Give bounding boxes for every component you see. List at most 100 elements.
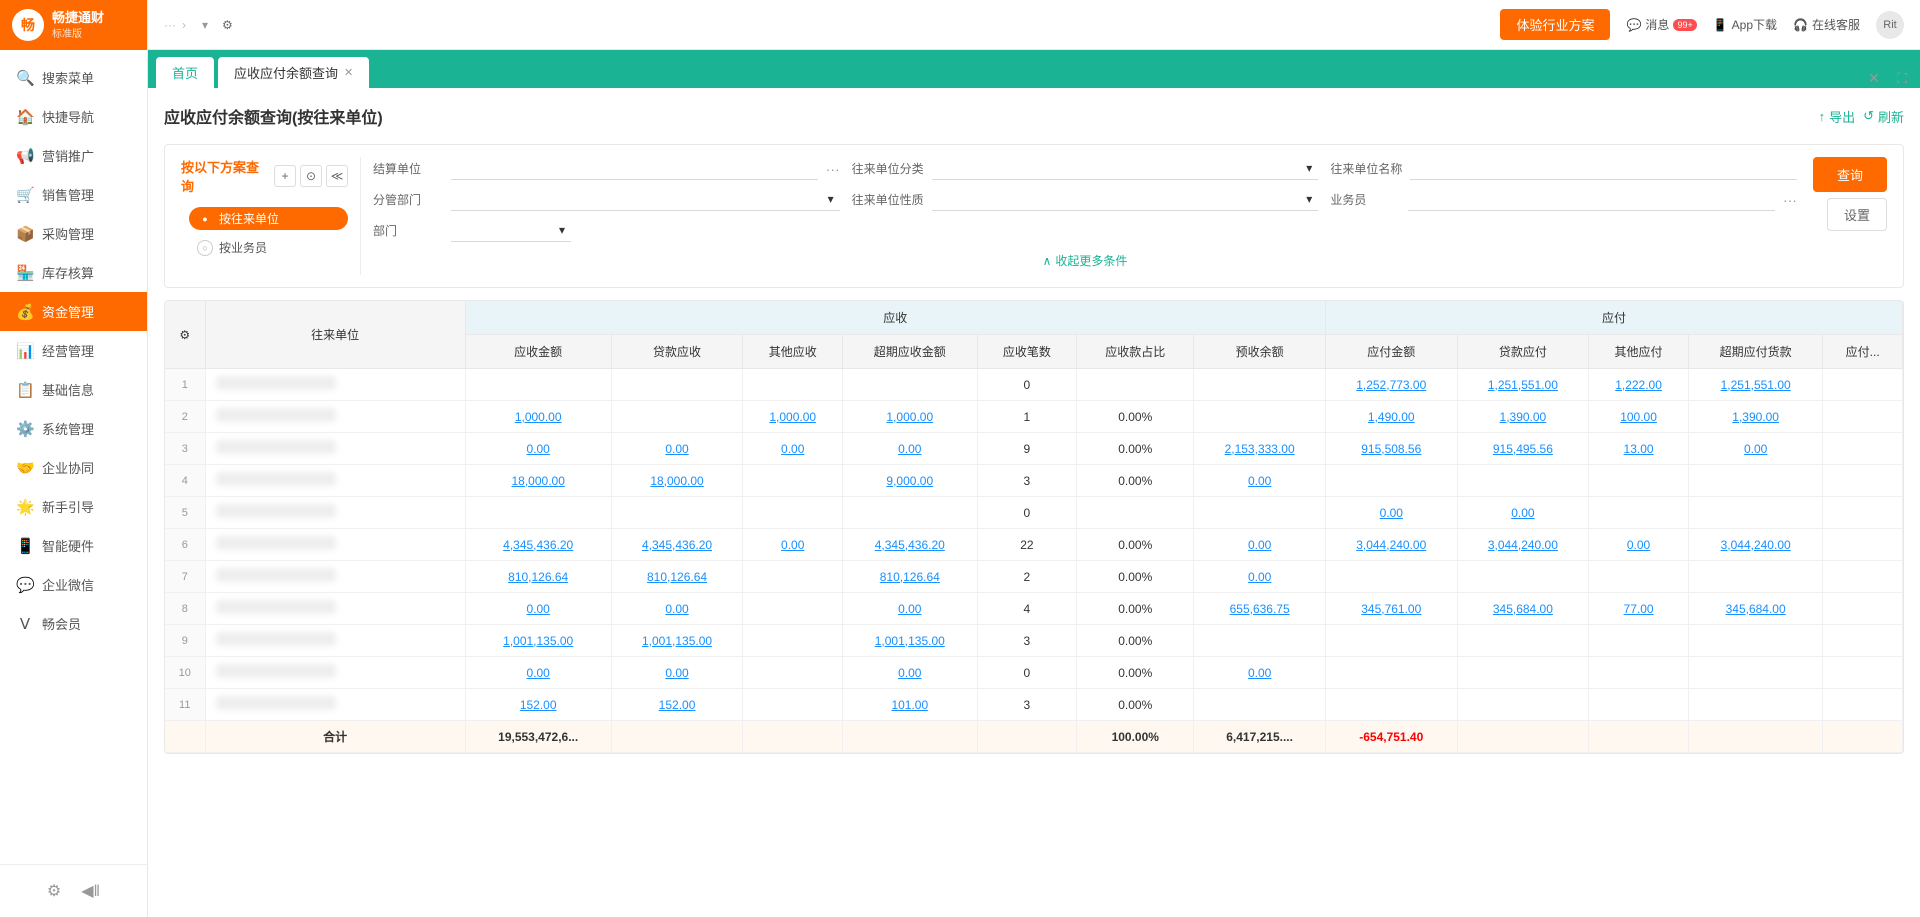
row-ar-overdue[interactable]: 0.00 [843,593,977,625]
sidebar-item-marketing[interactable]: 📢 营销推广 [0,136,147,175]
row-ap-other[interactable]: 0.00 [1589,529,1689,561]
row-ar-overdue[interactable]: 0.00 [843,657,977,689]
row-prepay[interactable]: 0.00 [1194,657,1326,689]
sidebar-item-wechat[interactable]: 💬 企业微信 [0,565,147,604]
row-ap-loan[interactable]: 345,684.00 [1457,593,1589,625]
salesperson-input[interactable] [1408,188,1775,211]
row-ar-loan[interactable]: 18,000.00 [611,465,743,497]
settings-icon[interactable]: ⚙ [47,881,61,901]
row-ap-overdue[interactable]: 1,251,551.00 [1688,369,1822,401]
row-ar-overdue[interactable]: 1,000.00 [843,401,977,433]
row-ar-loan[interactable]: 0.00 [611,657,743,689]
row-ar-amount[interactable]: 152.00 [465,689,611,721]
table-settings-icon[interactable]: ⚙ [179,328,190,342]
sidebar-item-finance[interactable]: 💰 资金管理 [0,292,147,331]
app-download-button[interactable]: 📱 App下载 [1713,16,1777,33]
row-ap-other[interactable]: 13.00 [1589,433,1689,465]
row-ar-amount[interactable]: 1,000.00 [465,401,611,433]
tab-ar-query[interactable]: 应收应付余额查询 ✕ [218,57,369,88]
row-ap-amount[interactable]: 345,761.00 [1325,593,1457,625]
solution-button[interactable]: 体验行业方案 [1500,9,1610,40]
maximize-window-button[interactable]: ⛶ [1892,68,1912,88]
sidebar-item-sales[interactable]: 🛒 销售管理 [0,175,147,214]
row-ap-loan[interactable]: 1,251,551.00 [1457,369,1589,401]
collapse-icon[interactable]: ◀‖ [81,881,100,901]
row-ap-overdue[interactable]: 345,684.00 [1688,593,1822,625]
row-ar-amount[interactable]: 810,126.64 [465,561,611,593]
row-prepay[interactable]: 0.00 [1194,529,1326,561]
sidebar-item-member[interactable]: Ⅴ 畅会员 [0,604,147,643]
gear-icon[interactable]: ⚙ [222,18,233,32]
breadcrumb-dropdown[interactable]: ▾ [202,18,208,32]
export-button[interactable]: ↑ 导出 [1819,107,1856,126]
sidebar-item-business[interactable]: 📊 经营管理 [0,331,147,370]
row-prepay[interactable]: 655,636.75 [1194,593,1326,625]
sidebar-item-purchase[interactable]: 📦 采购管理 [0,214,147,253]
company-name-input[interactable] [1410,157,1797,180]
row-ar-loan[interactable]: 152.00 [611,689,743,721]
close-window-button[interactable]: ✕ [1864,68,1884,88]
row-ar-other[interactable]: 0.00 [743,433,843,465]
row-ap-loan[interactable]: 3,044,240.00 [1457,529,1589,561]
settlement-dots[interactable]: ··· [826,161,840,177]
row-ar-loan[interactable]: 0.00 [611,433,743,465]
row-ar-loan[interactable]: 0.00 [611,593,743,625]
sidebar-item-enterprise[interactable]: 🤝 企业协同 [0,448,147,487]
sidebar-item-inventory[interactable]: 🏪 库存核算 [0,253,147,292]
setting-button[interactable]: 设置 [1827,198,1887,231]
row-ar-overdue[interactable]: 9,000.00 [843,465,977,497]
row-ar-amount[interactable]: 4,345,436.20 [465,529,611,561]
row-ap-overdue[interactable]: 0.00 [1688,433,1822,465]
row-ar-overdue[interactable]: 101.00 [843,689,977,721]
row-ap-amount[interactable]: 3,044,240.00 [1325,529,1457,561]
filter-option-salesperson[interactable]: ○ 按业务员 [189,236,348,259]
row-ar-other[interactable]: 1,000.00 [743,401,843,433]
row-ar-amount[interactable]: 0.00 [465,657,611,689]
row-ap-amount[interactable]: 1,490.00 [1325,401,1457,433]
sidebar-item-base[interactable]: 📋 基础信息 [0,370,147,409]
row-ar-overdue[interactable]: 4,345,436.20 [843,529,977,561]
row-prepay[interactable]: 0.00 [1194,465,1326,497]
row-ar-amount[interactable]: 18,000.00 [465,465,611,497]
row-ar-overdue[interactable]: 0.00 [843,433,977,465]
row-ap-amount[interactable]: 915,508.56 [1325,433,1457,465]
row-ar-amount[interactable]: 0.00 [465,593,611,625]
row-ap-amount[interactable]: 0.00 [1325,497,1457,529]
tab-home[interactable]: 首页 [156,57,214,88]
row-ap-amount[interactable]: 1,252,773.00 [1325,369,1457,401]
add-scheme-button[interactable]: + [274,165,296,187]
row-ap-loan[interactable]: 0.00 [1457,497,1589,529]
row-ar-loan[interactable]: 4,345,436.20 [611,529,743,561]
dept-select[interactable]: ▾ [451,188,840,211]
salesperson-dots[interactable]: ··· [1783,192,1797,208]
row-ar-amount[interactable]: 1,001,135.00 [465,625,611,657]
sidebar-item-guide[interactable]: 🌟 新手引导 [0,487,147,526]
refresh-button[interactable]: ↺ 刷新 [1863,107,1904,126]
filter-option-company[interactable]: ● 按往来单位 [189,207,348,230]
row-ar-overdue[interactable]: 810,126.64 [843,561,977,593]
sidebar-item-device[interactable]: 📱 智能硬件 [0,526,147,565]
collapse-scheme-button[interactable]: ≪ [326,165,348,187]
sidebar-item-quick[interactable]: 🏠 快捷导航 [0,97,147,136]
table-scroll-area[interactable]: ⚙ 往来单位 应收 应付 应收金额 贷款应收 其他应收 超期应收金额 应收笔数 [165,301,1903,753]
row-ar-loan[interactable]: 1,001,135.00 [611,625,743,657]
nature-select[interactable]: ▾ [932,188,1319,211]
row-ap-other[interactable]: 100.00 [1589,401,1689,433]
sidebar-item-system[interactable]: ⚙️ 系统管理 [0,409,147,448]
row-ap-other[interactable]: 77.00 [1589,593,1689,625]
row-ap-loan[interactable]: 915,495.56 [1457,433,1589,465]
row-ar-overdue[interactable]: 1,001,135.00 [843,625,977,657]
row-prepay[interactable]: 0.00 [1194,561,1326,593]
row-ap-overdue[interactable]: 3,044,240.00 [1688,529,1822,561]
row-ar-other[interactable]: 0.00 [743,529,843,561]
department-select[interactable]: ▾ [451,219,571,242]
filter-collapse-button[interactable]: ∧ 收起更多条件 [373,246,1797,275]
row-ap-other[interactable]: 1,222.00 [1589,369,1689,401]
tab-close-icon[interactable]: ✕ [344,66,353,79]
message-button[interactable]: 💬 消息 99+ [1626,16,1696,33]
user-avatar[interactable]: Rit [1876,11,1904,39]
row-ap-overdue[interactable]: 1,390.00 [1688,401,1822,433]
edit-scheme-button[interactable]: ⊙ [300,165,322,187]
row-ar-loan[interactable]: 810,126.64 [611,561,743,593]
sidebar-item-search[interactable]: 🔍 搜索菜单 [0,58,147,97]
